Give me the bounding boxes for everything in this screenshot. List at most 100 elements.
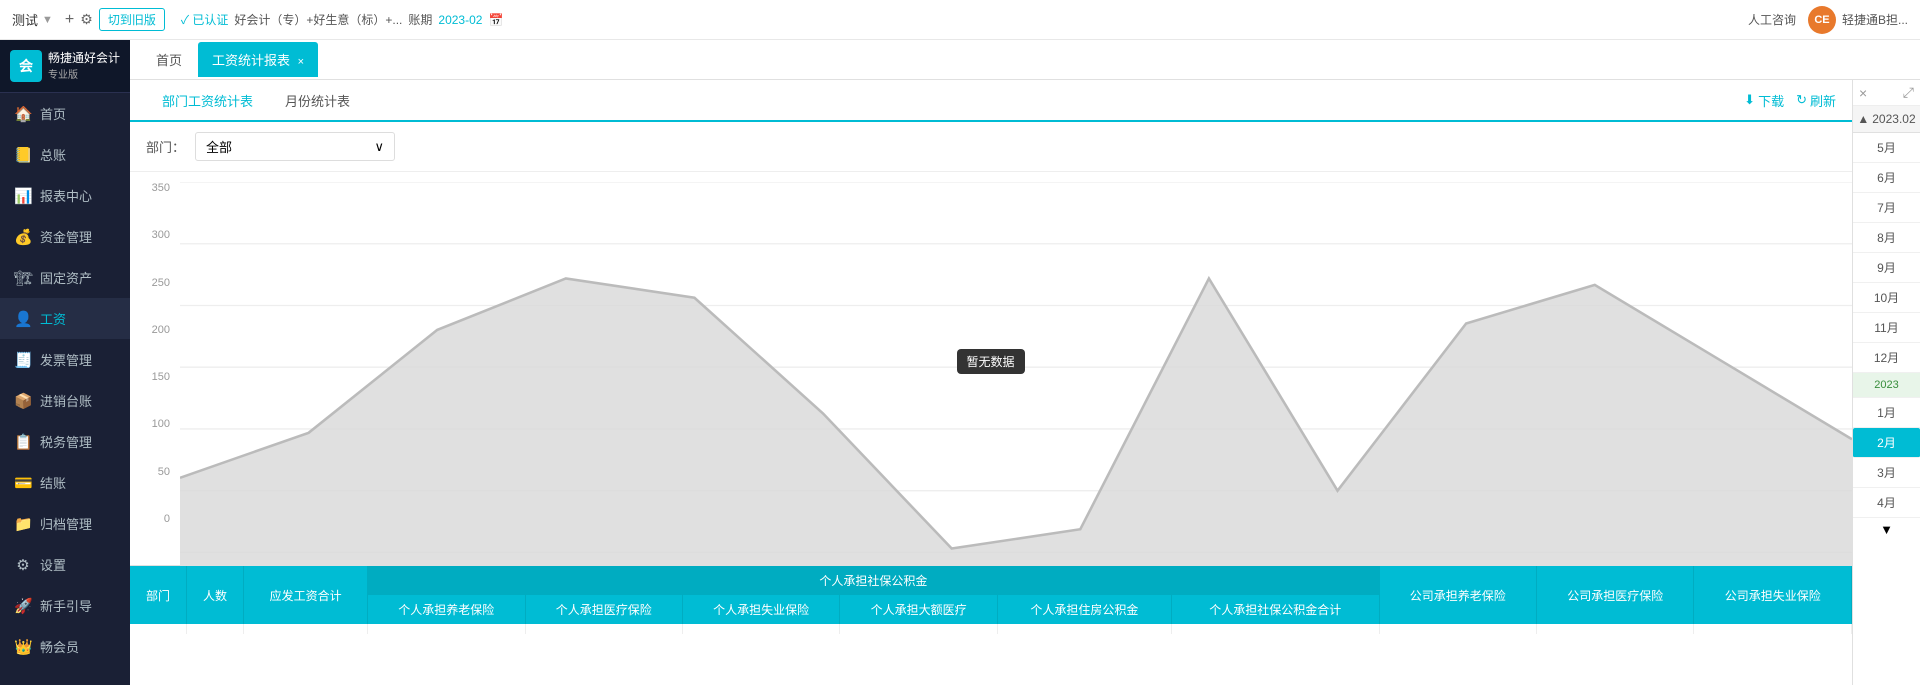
sidebar-item-funds[interactable]: 💰 资金管理: [0, 216, 130, 257]
sidebar-item-tax[interactable]: 📋 税务管理: [0, 421, 130, 462]
main-panel: 部门工资统计表 月份统计表 ⬇ 下载 ↻ 刷新: [130, 80, 1852, 685]
date-item-4[interactable]: 4月: [1853, 488, 1920, 518]
assets-icon: 🏗: [14, 269, 32, 287]
content-area: 首页 工资统计报表 × 部门工资统计表 月份统计表 ⬇: [130, 40, 1920, 685]
y-axis: 0 50 100 150 200 250 300 350: [140, 182, 170, 525]
sidebar: 会 畅捷通好会计 专业版 🏠 首页 📒 总账 📊 报表中心 💰 资金管理 🏗 固…: [0, 40, 130, 685]
switch-button[interactable]: 切到旧版: [99, 8, 165, 31]
trade-icon: 📦: [14, 392, 32, 410]
home-icon: 🏠: [14, 105, 32, 123]
date-item-9[interactable]: 9月: [1853, 253, 1920, 283]
sidebar-item-vip[interactable]: 👑 畅会员: [0, 626, 130, 667]
tab-department[interactable]: 部门工资统计表: [146, 81, 269, 122]
inner-content: 部门工资统计表 月份统计表 ⬇ 下载 ↻ 刷新: [130, 80, 1920, 685]
col-personal-major-medical: 个人承担大额医疗: [840, 595, 997, 624]
reports-icon: 📊: [14, 187, 32, 205]
sidebar-item-salary[interactable]: 👤 工资: [0, 298, 130, 339]
date-item-10[interactable]: 10月: [1853, 283, 1920, 313]
sidebar-label-settings: 设置: [40, 555, 66, 574]
y-label-350: 350: [140, 182, 170, 194]
date-item-6[interactable]: 6月: [1853, 163, 1920, 193]
sidebar-controls: × ⤢: [1853, 80, 1920, 106]
status-tags: 好会计（专）+好生意（标）+...: [234, 11, 402, 28]
tab-close-button[interactable]: ×: [298, 56, 304, 68]
sidebar-item-ledger[interactable]: 📒 总账: [0, 134, 130, 175]
guide-icon: 🚀: [14, 597, 32, 615]
settings-icon[interactable]: ⚙: [80, 11, 93, 28]
col-total-salary: 应发工资合计: [244, 566, 368, 624]
y-label-100: 100: [140, 418, 170, 430]
sidebar-item-trade[interactable]: 📦 进销台账: [0, 380, 130, 421]
department-select[interactable]: 全部 ∨: [195, 132, 395, 161]
tab-bar: 首页 工资统计报表 ×: [130, 40, 1920, 80]
calendar-icon[interactable]: 📅: [488, 13, 503, 27]
y-label-200: 200: [140, 324, 170, 336]
date-list: 5月 6月 7月 8月 9月 10月 11月 12月 2023 1月 2月 3月…: [1853, 133, 1920, 541]
filter-label: 部门：: [146, 137, 185, 156]
date-item-2[interactable]: 2月: [1853, 428, 1920, 458]
sub-tab-bar: 部门工资统计表 月份统计表 ⬇ 下载 ↻ 刷新: [130, 80, 1852, 122]
date-item-1[interactable]: 1月: [1853, 398, 1920, 428]
col-personal-medical: 个人承担医疗保险: [525, 595, 682, 624]
date-item-7[interactable]: 7月: [1853, 193, 1920, 223]
sidebar-logo: 会 畅捷通好会计 专业版: [0, 40, 130, 93]
date-item-8[interactable]: 8月: [1853, 223, 1920, 253]
sidebar-label-guide: 新手引导: [40, 596, 92, 615]
col-company-unemploy: 公司承担失业保险: [1694, 566, 1852, 624]
department-value: 全部: [206, 137, 232, 156]
date-item-12[interactable]: 12月: [1853, 343, 1920, 373]
sidebar-label-tax: 税务管理: [40, 432, 92, 451]
col-department: 部门: [130, 566, 186, 624]
sidebar-label-reports: 报表中心: [40, 186, 92, 205]
expand-sidebar-button[interactable]: ⤢: [1903, 84, 1914, 101]
sub-tab-actions: ⬇ 下载 ↻ 刷新: [1744, 91, 1836, 110]
tab-monthly[interactable]: 月份统计表: [269, 81, 366, 122]
tab-salary-report[interactable]: 工资统计报表 ×: [198, 42, 318, 77]
period-label: 账期: [408, 11, 432, 28]
sidebar-item-reports[interactable]: 📊 报表中心: [0, 175, 130, 216]
verified-status: ✓ 已认证: [181, 11, 229, 28]
avatar: CE: [1808, 6, 1836, 34]
date-item-5[interactable]: 5月: [1853, 133, 1920, 163]
sidebar-item-invoice[interactable]: 🧾 发票管理: [0, 339, 130, 380]
refresh-button[interactable]: ↻ 刷新: [1796, 91, 1836, 110]
chevron-down-icon: ∨: [375, 139, 385, 155]
sidebar-item-close[interactable]: 💳 结账: [0, 462, 130, 503]
status-info: ✓ 已认证 好会计（专）+好生意（标）+... 账期 2023-02 📅: [181, 11, 504, 28]
header-actions: + ⚙ 切到旧版: [65, 8, 165, 31]
user-name: 轻捷通B担...: [1842, 11, 1908, 28]
close-sidebar-button[interactable]: ×: [1859, 85, 1867, 101]
tab-home[interactable]: 首页: [142, 42, 196, 77]
add-icon[interactable]: +: [65, 11, 74, 29]
year-label: 2023.02: [1872, 112, 1915, 126]
sidebar-item-guide[interactable]: 🚀 新手引导: [0, 585, 130, 626]
chevron-up-icon[interactable]: ▲: [1857, 112, 1869, 126]
chevron-down-icon: ▼: [1880, 522, 1893, 537]
chart-area: 0 50 100 150 200 250 300 350: [130, 172, 1852, 565]
table-row: [130, 624, 1852, 634]
col-company-pension: 公司承担养老保险: [1379, 566, 1536, 624]
refresh-icon: ↻: [1796, 92, 1807, 108]
project-selector[interactable]: 测试 ▼: [12, 10, 53, 29]
date-item-11[interactable]: 11月: [1853, 313, 1920, 343]
sidebar-item-archive[interactable]: 📁 归档管理: [0, 503, 130, 544]
sidebar-label-salary: 工资: [40, 309, 66, 328]
y-label-0: 0: [140, 513, 170, 525]
right-date-sidebar: × ⤢ ▲ 2023.02 5月 6月 7月 8月 9月 10月 11月 12月…: [1852, 80, 1920, 685]
date-item-year-2023: 2023: [1853, 373, 1920, 398]
gear-icon: ⚙: [14, 556, 32, 574]
y-label-250: 250: [140, 277, 170, 289]
sidebar-item-assets[interactable]: 🏗 固定资产: [0, 257, 130, 298]
col-headcount: 人数: [186, 566, 243, 624]
salary-icon: 👤: [14, 310, 32, 328]
date-item-3[interactable]: 3月: [1853, 458, 1920, 488]
col-personal-unemploy: 个人承担失业保险: [682, 595, 839, 624]
human-service[interactable]: 人工咨询: [1748, 11, 1796, 28]
close-account-icon: 💳: [14, 474, 32, 492]
download-button[interactable]: ⬇ 下载: [1744, 91, 1784, 110]
chevron-down-nav[interactable]: ▼: [1853, 518, 1920, 541]
sidebar-item-settings[interactable]: ⚙ 设置: [0, 544, 130, 585]
sidebar-item-home[interactable]: 🏠 首页: [0, 93, 130, 134]
col-personal-housing: 个人承担住房公积金: [997, 595, 1171, 624]
funds-icon: 💰: [14, 228, 32, 246]
